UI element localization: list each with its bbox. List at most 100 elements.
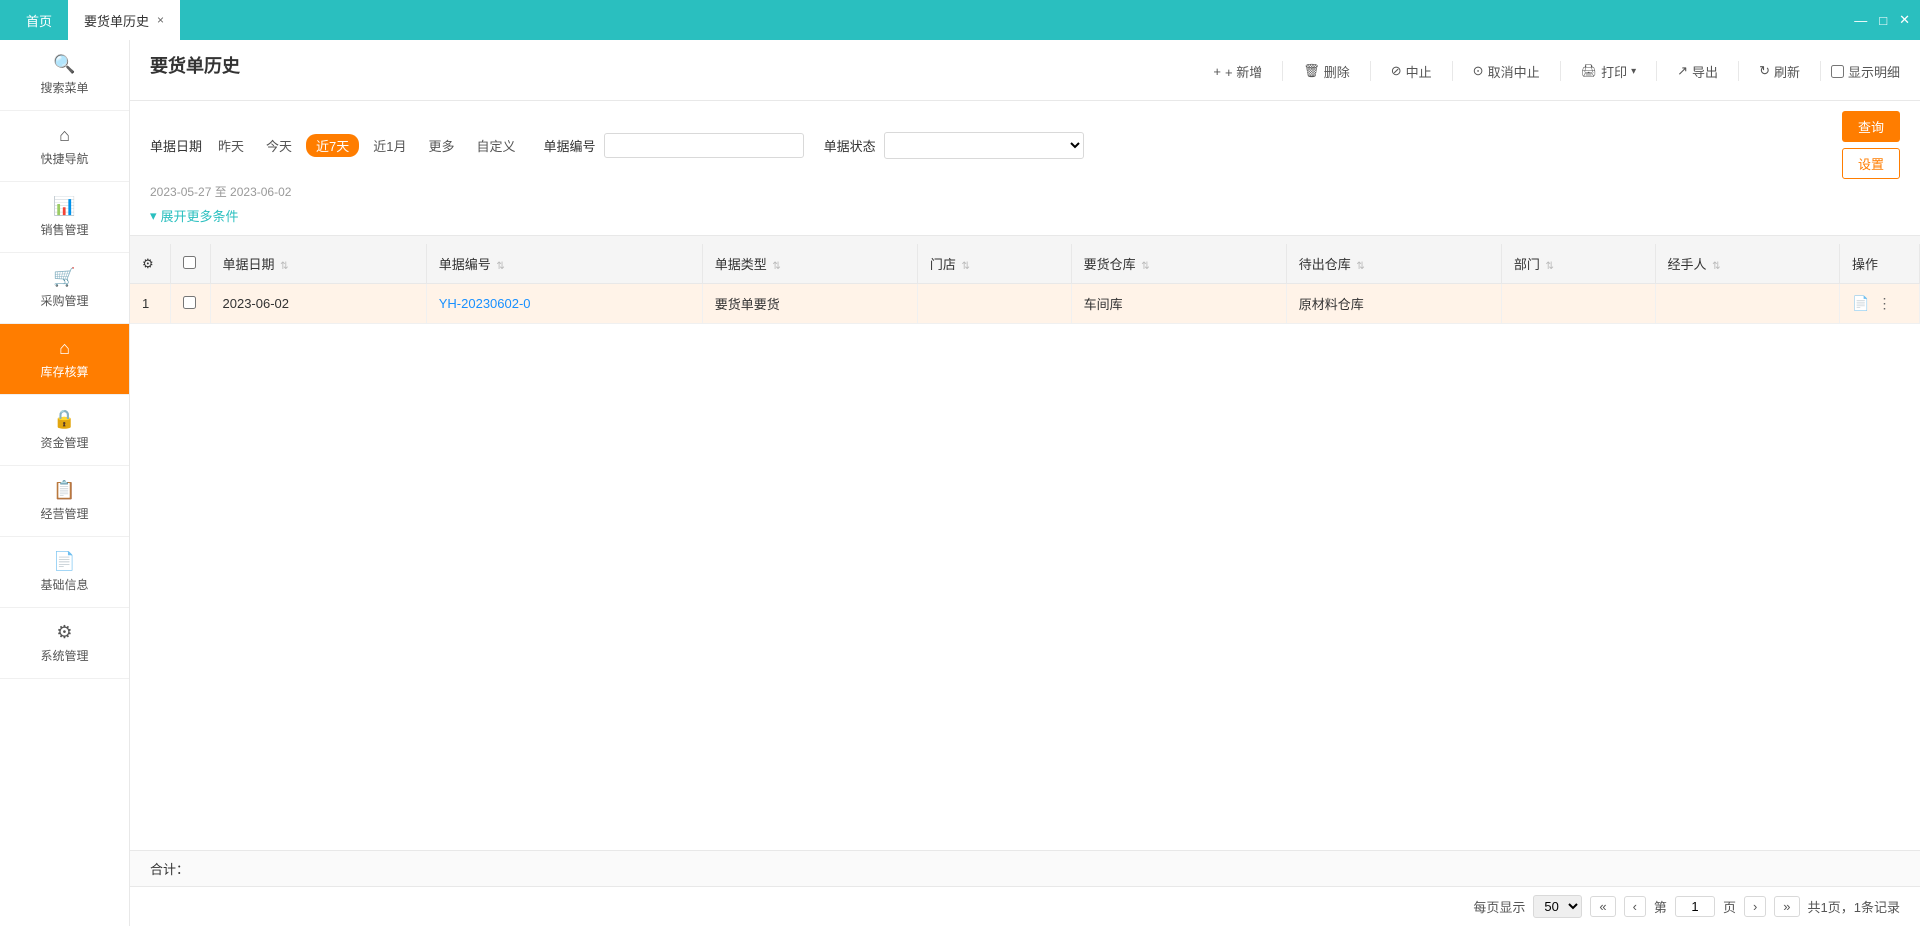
print-btn[interactable]: 🖨 打印 ▾ <box>1571 57 1647 86</box>
delete-btn[interactable]: 🗑 删除 <box>1293 57 1360 86</box>
sort-icon-store: ⇅ <box>962 261 970 272</box>
last-page-btn[interactable]: » <box>1774 896 1799 917</box>
sidebar-item-finance-mgmt[interactable]: 🔒 资金管理 <box>0 395 129 466</box>
close-tab-btn[interactable]: × <box>157 13 164 27</box>
filter-date-item: 单据日期 昨天 今天 近7天 近1月 更多 自定义 <box>150 134 524 157</box>
purchase-mgmt-icon: 🛒 <box>53 267 75 288</box>
sidebar-item-quick-nav[interactable]: ⌂ 快捷导航 <box>0 111 129 182</box>
sidebar-item-base-info[interactable]: 📄 基础信息 <box>0 537 129 608</box>
total-info: 共1页，1条记录 <box>1808 897 1900 916</box>
tab-active[interactable]: 要货单历史 × <box>68 0 180 40</box>
col-handler[interactable]: 经手人 ⇅ <box>1655 244 1839 284</box>
first-page-btn[interactable]: « <box>1590 896 1615 917</box>
date-btn-1month[interactable]: 近1月 <box>365 134 414 157</box>
table-footer: 合计： <box>130 850 1920 886</box>
show-detail-checkbox[interactable] <box>1831 65 1844 78</box>
sidebar-item-label: 快捷导航 <box>40 150 88 167</box>
main-table: ⚙ 单据日期 ⇅ 单据编号 ⇅ 单据类型 ⇅ <box>130 244 1920 324</box>
sort-icon-pend-wh: ⇅ <box>1356 261 1364 272</box>
search-menu-icon: 🔍 <box>53 54 75 75</box>
pagination: 每页显示 50 « ‹ 第 页 › » 共1页，1条记录 <box>130 886 1920 926</box>
close-window-btn[interactable]: ✕ <box>1899 12 1910 28</box>
sidebar-item-inventory-calc[interactable]: ⌂ 库存核算 <box>0 324 129 395</box>
cell-handler <box>1655 284 1839 324</box>
cell-checkbox[interactable] <box>170 284 210 324</box>
col-store[interactable]: 门店 ⇅ <box>917 244 1071 284</box>
sidebar: 🔍 搜索菜单 ⌂ 快捷导航 📊 销售管理 🛒 采购管理 ⌂ 库存核算 🔒 资金管… <box>0 40 130 926</box>
col-settings[interactable]: ⚙ <box>130 244 170 284</box>
table-header: ⚙ 单据日期 ⇅ 单据编号 ⇅ 单据类型 ⇅ <box>130 244 1920 284</box>
refresh-btn[interactable]: ↻ 刷新 <box>1749 57 1810 86</box>
sep6 <box>1738 61 1739 81</box>
cell-doc-date: 2023-06-02 <box>210 284 426 324</box>
cell-doc-type: 要货单要货 <box>702 284 917 324</box>
window-controls: — □ ✕ <box>1854 12 1910 28</box>
sidebar-item-sys-mgmt[interactable]: ⚙ 系统管理 <box>0 608 129 679</box>
filter-docno-label: 单据编号 <box>544 136 596 155</box>
cell-pending-warehouse: 原材料仓库 <box>1286 284 1501 324</box>
page-input[interactable] <box>1675 896 1715 917</box>
filter-docno-input[interactable] <box>604 133 804 158</box>
col-dept[interactable]: 部门 ⇅ <box>1501 244 1655 284</box>
date-btn-yesterday[interactable]: 昨天 <box>210 134 252 157</box>
sidebar-item-label: 库存核算 <box>40 363 88 380</box>
sys-mgmt-icon: ⚙ <box>56 622 72 643</box>
maximize-btn[interactable]: □ <box>1879 13 1887 28</box>
date-range-display: 2023-05-27 至 2023-06-02 <box>150 183 1900 200</box>
prev-page-btn[interactable]: ‹ <box>1624 896 1646 917</box>
expand-filter-btn[interactable]: ▾ 展开更多条件 <box>150 206 239 225</box>
col-doc-type[interactable]: 单据类型 ⇅ <box>702 244 917 284</box>
col-checkbox[interactable] <box>170 244 210 284</box>
filter-docno-item: 单据编号 <box>544 133 804 158</box>
date-btn-custom[interactable]: 自定义 <box>469 134 524 157</box>
new-btn[interactable]: + + 新增 <box>1203 57 1272 86</box>
col-doc-no[interactable]: 单据编号 ⇅ <box>426 244 702 284</box>
col-req-warehouse[interactable]: 要货仓库 ⇅ <box>1071 244 1286 284</box>
cell-action: 📄 ⋮ <box>1840 284 1920 324</box>
cancel-stop-btn[interactable]: ⊙ 取消中止 <box>1463 57 1550 86</box>
view-action-icon[interactable]: 📄 <box>1852 295 1869 312</box>
show-detail-label[interactable]: 显示明细 <box>1831 62 1900 81</box>
sort-icon-date: ⇅ <box>280 261 288 272</box>
finance-mgmt-icon: 🔒 <box>53 409 75 430</box>
delete-icon: 🗑 <box>1303 63 1320 79</box>
sales-mgmt-icon: 📊 <box>53 196 75 217</box>
stop-btn[interactable]: ⊘ 中止 <box>1381 57 1442 86</box>
row-checkbox[interactable] <box>183 296 196 309</box>
inventory-calc-icon: ⌂ <box>59 338 70 359</box>
print-icon: 🖨 <box>1581 63 1598 79</box>
refresh-icon: ↻ <box>1759 63 1770 79</box>
select-all-checkbox[interactable] <box>183 256 196 269</box>
query-btn[interactable]: 查询 <box>1842 111 1900 142</box>
sidebar-item-ops-mgmt[interactable]: 📋 经营管理 <box>0 466 129 537</box>
sidebar-item-purchase-mgmt[interactable]: 🛒 采购管理 <box>0 253 129 324</box>
cell-doc-no[interactable]: YH-20230602-0 <box>426 284 702 324</box>
sep4 <box>1560 61 1561 81</box>
more-action-icon[interactable]: ⋮ <box>1877 295 1891 312</box>
page-title: 要货单历史 <box>150 52 240 78</box>
ops-mgmt-icon: 📋 <box>53 480 75 501</box>
table-container: ⚙ 单据日期 ⇅ 单据编号 ⇅ 单据类型 ⇅ <box>130 244 1920 850</box>
next-page-btn[interactable]: › <box>1744 896 1766 917</box>
date-btn-today[interactable]: 今天 <box>258 134 300 157</box>
sidebar-item-search-menu[interactable]: 🔍 搜索菜单 <box>0 40 129 111</box>
sep1 <box>1282 61 1283 81</box>
sidebar-item-label: 销售管理 <box>40 221 88 238</box>
col-doc-date[interactable]: 单据日期 ⇅ <box>210 244 426 284</box>
filter-status-select[interactable] <box>884 132 1084 159</box>
sort-icon-no: ⇅ <box>496 261 504 272</box>
per-page-select[interactable]: 50 <box>1533 895 1582 918</box>
sidebar-item-sales-mgmt[interactable]: 📊 销售管理 <box>0 182 129 253</box>
doc-no-link[interactable]: YH-20230602-0 <box>439 296 531 311</box>
quick-nav-icon: ⌂ <box>59 125 70 146</box>
tab-home[interactable]: 首页 <box>10 0 68 40</box>
sep3 <box>1452 61 1453 81</box>
settings-btn[interactable]: 设置 <box>1842 148 1900 179</box>
export-btn[interactable]: ↗ 导出 <box>1667 57 1728 86</box>
date-btn-more[interactable]: 更多 <box>421 134 463 157</box>
minimize-btn[interactable]: — <box>1854 13 1867 28</box>
date-btn-7days[interactable]: 近7天 <box>306 134 359 157</box>
top-bar: 首页 要货单历史 × — □ ✕ <box>0 0 1920 40</box>
col-pending-warehouse[interactable]: 待出仓库 ⇅ <box>1286 244 1501 284</box>
table-row: 1 2023-06-02 YH-20230602-0 要货单要货 车间库 原材料… <box>130 284 1920 324</box>
